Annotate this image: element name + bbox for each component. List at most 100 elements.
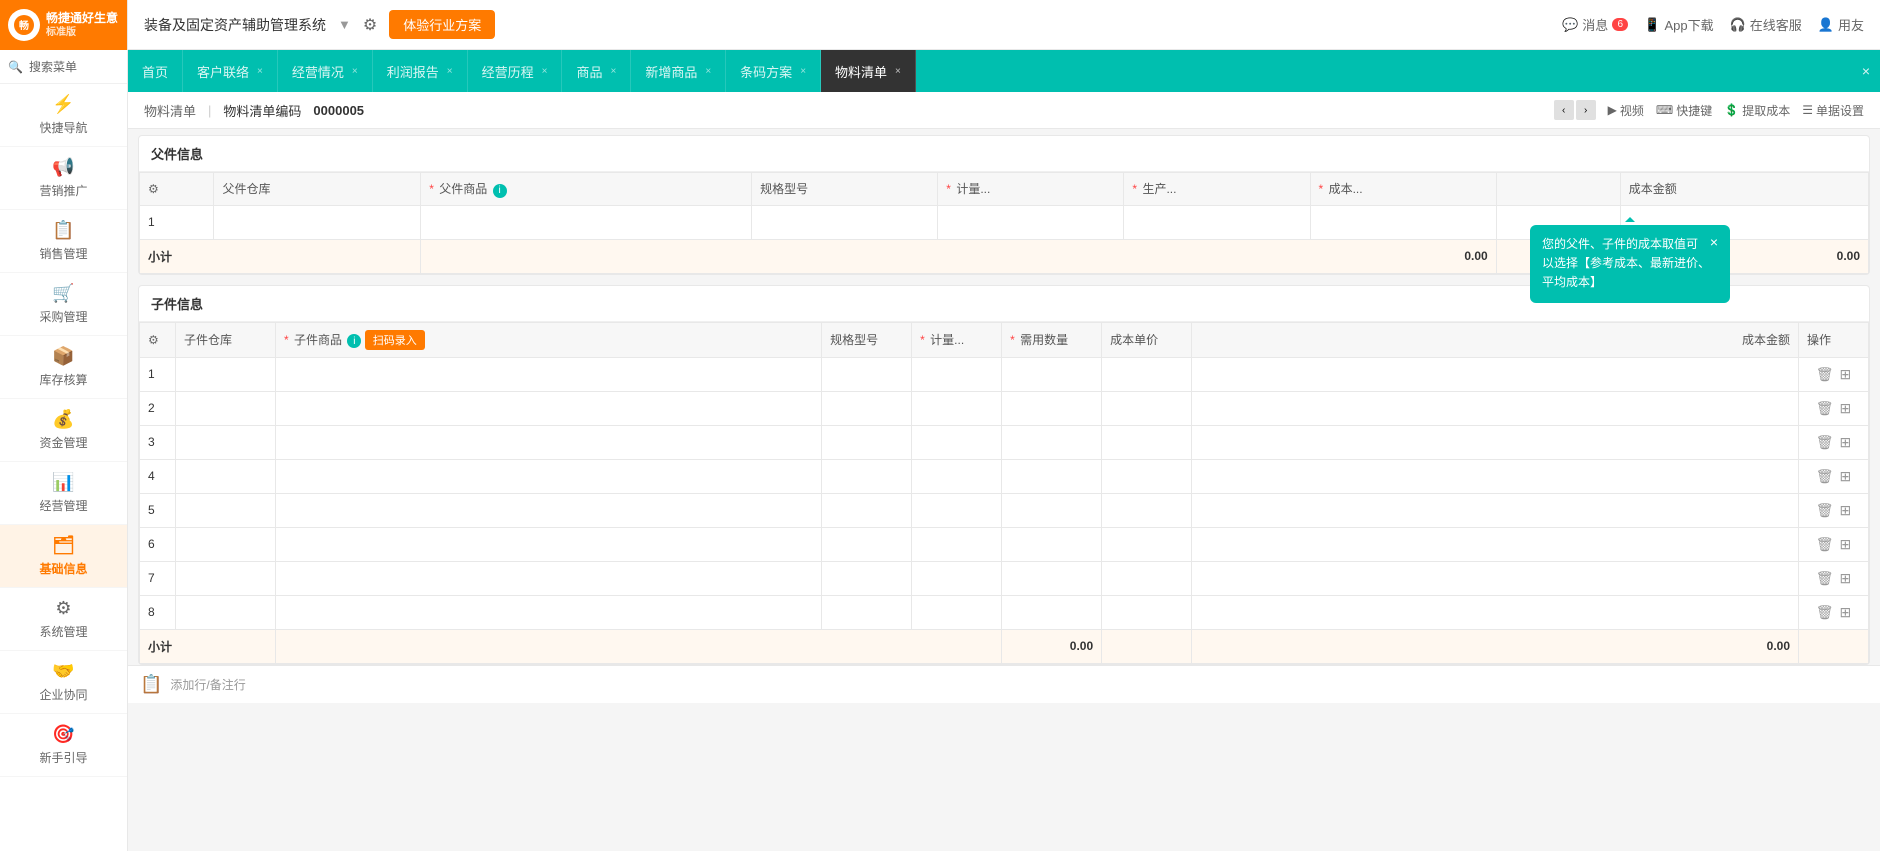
child-row-6-unit[interactable] bbox=[912, 527, 1002, 561]
child-row-3-spec[interactable] bbox=[822, 425, 912, 459]
child-row-3-qty[interactable] bbox=[1002, 425, 1102, 459]
parent-row-1-unit[interactable] bbox=[938, 205, 1124, 239]
child-row-4-unit[interactable] bbox=[912, 459, 1002, 493]
delete-icon-1[interactable]: 🗑 bbox=[1816, 366, 1834, 383]
child-row-3-unit[interactable] bbox=[912, 425, 1002, 459]
child-row-5-product[interactable] bbox=[276, 493, 822, 527]
child-row-8-product[interactable] bbox=[276, 595, 822, 629]
child-row-1-cost-price[interactable] bbox=[1102, 357, 1192, 391]
child-row-7-cost-price[interactable] bbox=[1102, 561, 1192, 595]
child-settings-icon[interactable]: ⚙ bbox=[148, 333, 159, 347]
child-row-4-qty[interactable] bbox=[1002, 459, 1102, 493]
tab-barcode-close[interactable]: × bbox=[800, 66, 806, 77]
child-row-6-spec[interactable] bbox=[822, 527, 912, 561]
child-row-6-qty[interactable] bbox=[1002, 527, 1102, 561]
search-menu[interactable]: 🔍 搜索菜单 bbox=[0, 50, 127, 84]
extract-cost-btn[interactable]: 💲 提取成本 bbox=[1724, 102, 1790, 119]
parent-settings-icon[interactable]: ⚙ bbox=[148, 182, 159, 196]
experience-btn[interactable]: 体验行业方案 bbox=[389, 10, 495, 39]
child-row-2-cost-price[interactable] bbox=[1102, 391, 1192, 425]
parent-product-info-icon[interactable]: i bbox=[493, 184, 507, 198]
copy-icon-7[interactable]: ⊞ bbox=[1840, 570, 1852, 587]
nav-prev-btn[interactable]: ‹ bbox=[1554, 100, 1574, 120]
tab-bom-close[interactable]: × bbox=[895, 66, 901, 77]
child-row-2-unit[interactable] bbox=[912, 391, 1002, 425]
sidebar-item-operations[interactable]: 📊 经营管理 bbox=[0, 462, 127, 525]
child-row-8-qty[interactable] bbox=[1002, 595, 1102, 629]
parent-row-1-spec[interactable] bbox=[752, 205, 938, 239]
child-row-2-spec[interactable] bbox=[822, 391, 912, 425]
child-row-1-spec[interactable] bbox=[822, 357, 912, 391]
child-row-8-spec[interactable] bbox=[822, 595, 912, 629]
sidebar-item-system[interactable]: ⚙ 系统管理 bbox=[0, 588, 127, 651]
child-row-5-unit[interactable] bbox=[912, 493, 1002, 527]
sidebar-item-sales[interactable]: 📋 销售管理 bbox=[0, 210, 127, 273]
delete-icon-7[interactable]: 🗑 bbox=[1816, 570, 1834, 587]
child-row-3-warehouse[interactable] bbox=[176, 425, 276, 459]
child-row-5-cost-price[interactable] bbox=[1102, 493, 1192, 527]
child-row-8-unit[interactable] bbox=[912, 595, 1002, 629]
child-row-4-cost-price[interactable] bbox=[1102, 459, 1192, 493]
child-row-7-product[interactable] bbox=[276, 561, 822, 595]
child-row-1-unit[interactable] bbox=[912, 357, 1002, 391]
messages-btn[interactable]: 💬 消息 6 bbox=[1562, 15, 1628, 34]
sidebar-item-basic-info[interactable]: 🗂 基础信息 bbox=[0, 525, 127, 588]
delete-icon-2[interactable]: 🗑 bbox=[1816, 400, 1834, 417]
parent-row-1-production[interactable] bbox=[1124, 205, 1310, 239]
child-row-5-qty[interactable] bbox=[1002, 493, 1102, 527]
sidebar-item-marketing[interactable]: 📢 营销推广 bbox=[0, 147, 127, 210]
child-row-8-warehouse[interactable] bbox=[176, 595, 276, 629]
tab-ops-history-close[interactable]: × bbox=[542, 66, 548, 77]
copy-icon-5[interactable]: ⊞ bbox=[1840, 502, 1852, 519]
delete-icon-3[interactable]: 🗑 bbox=[1816, 434, 1834, 451]
child-row-2-qty[interactable] bbox=[1002, 391, 1102, 425]
tab-customers[interactable]: 客户联络 × bbox=[183, 50, 278, 92]
child-row-5-spec[interactable] bbox=[822, 493, 912, 527]
copy-icon-1[interactable]: ⊞ bbox=[1840, 366, 1852, 383]
view-video-btn[interactable]: ▶ 视频 bbox=[1608, 102, 1644, 119]
tab-ops-history[interactable]: 经营历程 × bbox=[468, 50, 563, 92]
app-download-btn[interactable]: 📱 App下载 bbox=[1644, 15, 1713, 34]
child-row-4-product[interactable] bbox=[276, 459, 822, 493]
tab-operations-status[interactable]: 经营情况 × bbox=[278, 50, 373, 92]
sidebar-item-finance[interactable]: 💰 资金管理 bbox=[0, 399, 127, 462]
child-row-1-warehouse[interactable] bbox=[176, 357, 276, 391]
user-avatar[interactable]: 👤 用友 bbox=[1818, 15, 1864, 34]
online-service-btn[interactable]: 🎧 在线客服 bbox=[1730, 15, 1802, 34]
child-row-2-product[interactable] bbox=[276, 391, 822, 425]
tab-profit-close[interactable]: × bbox=[447, 66, 453, 77]
sidebar-item-purchase[interactable]: 🛒 采购管理 bbox=[0, 273, 127, 336]
child-row-5-warehouse[interactable] bbox=[176, 493, 276, 527]
child-row-7-qty[interactable] bbox=[1002, 561, 1102, 595]
parent-row-1-cost[interactable] bbox=[1310, 205, 1496, 239]
copy-icon-6[interactable]: ⊞ bbox=[1840, 536, 1852, 553]
sidebar-item-enterprise[interactable]: 🤝 企业协同 bbox=[0, 651, 127, 714]
child-row-6-warehouse[interactable] bbox=[176, 527, 276, 561]
tab-profit-report[interactable]: 利润报告 × bbox=[373, 50, 468, 92]
child-row-1-product[interactable] bbox=[276, 357, 822, 391]
child-row-7-unit[interactable] bbox=[912, 561, 1002, 595]
sidebar-item-inventory[interactable]: 📦 库存核算 bbox=[0, 336, 127, 399]
tab-ops-status-close[interactable]: × bbox=[352, 66, 358, 77]
delete-icon-4[interactable]: 🗑 bbox=[1816, 468, 1834, 485]
settings-gear-icon[interactable]: ⚙ bbox=[363, 15, 377, 35]
tab-customers-close[interactable]: × bbox=[257, 66, 263, 77]
tooltip-close-btn[interactable]: × bbox=[1710, 235, 1718, 249]
child-row-7-spec[interactable] bbox=[822, 561, 912, 595]
child-row-3-cost-price[interactable] bbox=[1102, 425, 1192, 459]
child-row-2-warehouse[interactable] bbox=[176, 391, 276, 425]
sidebar-item-guide[interactable]: 🎯 新手引导 bbox=[0, 714, 127, 777]
nav-next-btn[interactable]: › bbox=[1576, 100, 1596, 120]
child-row-4-warehouse[interactable] bbox=[176, 459, 276, 493]
child-row-8-cost-price[interactable] bbox=[1102, 595, 1192, 629]
shortcut-btn[interactable]: ⌨ 快捷键 bbox=[1656, 102, 1712, 119]
tab-new-product-close[interactable]: × bbox=[705, 66, 711, 77]
delete-icon-5[interactable]: 🗑 bbox=[1816, 502, 1834, 519]
child-row-1-qty[interactable] bbox=[1002, 357, 1102, 391]
tab-products-close[interactable]: × bbox=[610, 66, 616, 77]
delete-icon-6[interactable]: 🗑 bbox=[1816, 536, 1834, 553]
copy-icon-8[interactable]: ⊞ bbox=[1840, 604, 1852, 621]
single-setting-btn[interactable]: ☰ 单据设置 bbox=[1802, 102, 1864, 119]
delete-icon-8[interactable]: 🗑 bbox=[1816, 604, 1834, 621]
child-row-6-cost-price[interactable] bbox=[1102, 527, 1192, 561]
